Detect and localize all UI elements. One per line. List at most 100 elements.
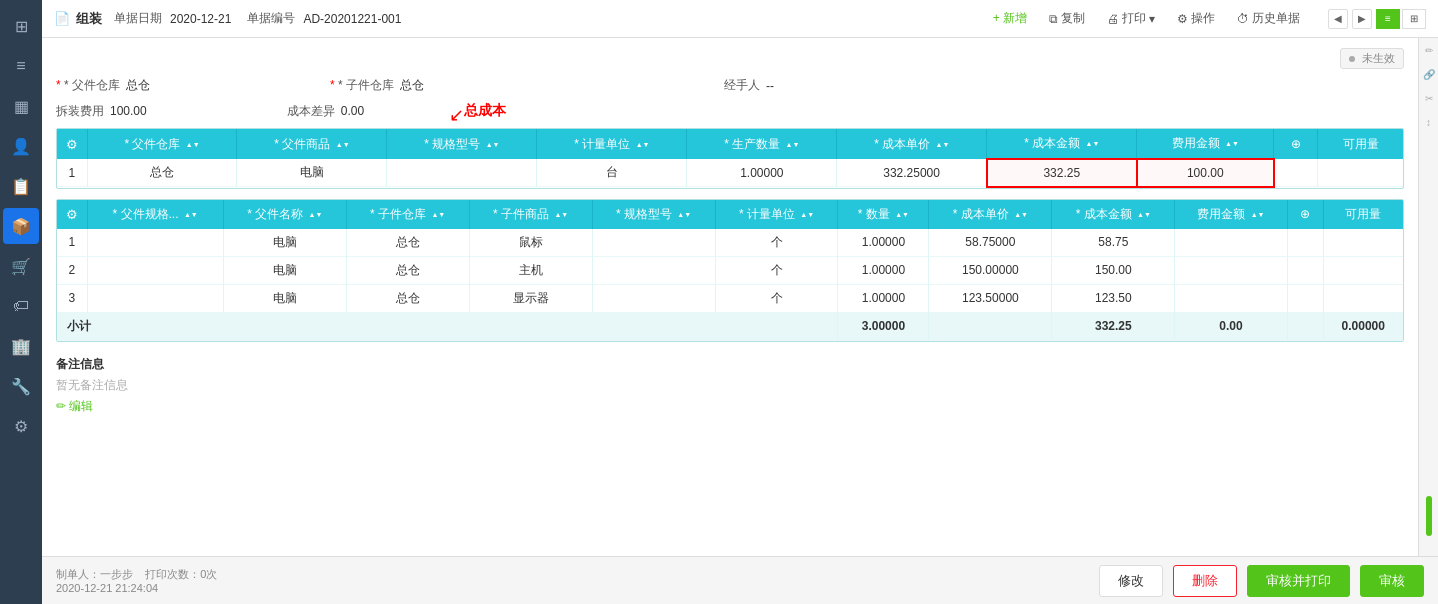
child-row-3-product[interactable]: 显示器	[469, 284, 592, 312]
right-panel-link-icon[interactable]: 🔗	[1421, 66, 1437, 82]
sort-fee-icon[interactable]: ▲▼	[1225, 140, 1239, 147]
child-row-3-parent-spec[interactable]	[87, 284, 223, 312]
child-row-3-add[interactable]	[1287, 284, 1323, 312]
parent-row-add[interactable]	[1274, 159, 1318, 187]
history-button[interactable]: ⏱ 历史单据	[1231, 8, 1306, 29]
child-row-1-cost-price[interactable]: 58.75000	[929, 229, 1052, 257]
parent-row-fee[interactable]: 100.00	[1137, 159, 1274, 187]
sidebar-icon-list[interactable]: ≡	[3, 48, 39, 84]
handler-value[interactable]: --	[766, 79, 774, 93]
sidebar-icon-tool[interactable]: 🔧	[3, 368, 39, 404]
child-row-2-product[interactable]: 主机	[469, 256, 592, 284]
prev-button[interactable]: ◀	[1328, 9, 1348, 29]
sort-qty-icon[interactable]: ▲▼	[786, 141, 800, 148]
child-row-3-qty[interactable]: 1.00000	[838, 284, 929, 312]
copy-icon: ⧉	[1049, 12, 1058, 26]
child-row-1-unit[interactable]: 个	[715, 229, 838, 257]
review-button[interactable]: 审核	[1360, 565, 1424, 597]
operation-button[interactable]: ⚙ 操作	[1171, 8, 1221, 29]
child-sort-unit-icon[interactable]: ▲▼	[800, 211, 814, 218]
parent-row-cost-amount[interactable]: 332.25	[987, 159, 1137, 187]
new-button[interactable]: + 新增	[987, 8, 1033, 29]
parent-row-cost-price[interactable]: 332.25000	[837, 159, 987, 187]
grid-view-button[interactable]: ⊞	[1402, 9, 1426, 29]
child-row-2-cost-price[interactable]: 150.00000	[929, 256, 1052, 284]
parent-row-unit[interactable]: 台	[537, 159, 687, 187]
parent-warehouse-value[interactable]: 总仓	[126, 77, 150, 94]
child-sort-qty-icon[interactable]: ▲▼	[895, 211, 909, 218]
right-panel-scissors-icon[interactable]: ✂	[1421, 90, 1437, 106]
parent-row-qty[interactable]: 1.00000	[687, 159, 837, 187]
sort-cost-price-icon[interactable]: ▲▼	[936, 141, 950, 148]
child-sort-spec-icon[interactable]: ▲▼	[677, 211, 691, 218]
parent-table-header-gear[interactable]: ⚙	[57, 129, 87, 159]
child-sort-fee-icon[interactable]: ▲▼	[1251, 211, 1265, 218]
child-row-1-spec[interactable]	[592, 229, 715, 257]
sidebar-icon-book[interactable]: 📋	[3, 168, 39, 204]
child-row-3-warehouse[interactable]: 总仓	[346, 284, 469, 312]
parent-row-spec[interactable]	[387, 159, 537, 187]
annotation-arrow: ↙	[449, 104, 464, 126]
child-row-2-fee[interactable]	[1175, 256, 1287, 284]
child-row-1-parent-spec[interactable]	[87, 229, 223, 257]
child-row-1-fee[interactable]	[1175, 229, 1287, 257]
parent-row-warehouse[interactable]: 总仓	[87, 159, 237, 187]
list-view-button[interactable]: ≡	[1376, 9, 1400, 29]
right-panel-edit-icon[interactable]: ✏	[1421, 42, 1437, 58]
child-row-3-fee[interactable]	[1175, 284, 1287, 312]
sidebar-icon-building[interactable]: 🏢	[3, 328, 39, 364]
parent-table-header-add[interactable]: ⊕	[1274, 129, 1318, 159]
sidebar-icon-home[interactable]: ⊞	[3, 8, 39, 44]
print-button[interactable]: 🖨 打印 ▾	[1101, 8, 1161, 29]
sidebar-icon-box[interactable]: 📦	[3, 208, 39, 244]
review-print-button[interactable]: 审核并打印	[1247, 565, 1350, 597]
sort-cost-amount-icon[interactable]: ▲▼	[1086, 140, 1100, 147]
child-row-1-warehouse[interactable]: 总仓	[346, 229, 469, 257]
sidebar-icon-chart[interactable]: ▦	[3, 88, 39, 124]
child-sort-cost-price-icon[interactable]: ▲▼	[1014, 211, 1028, 218]
child-row-1-add[interactable]	[1287, 229, 1323, 257]
child-row-3-unit[interactable]: 个	[715, 284, 838, 312]
child-sort-parent-spec-icon[interactable]: ▲▼	[184, 211, 198, 218]
parent-row-product[interactable]: 电脑	[237, 159, 387, 187]
edit-button[interactable]: 修改	[1099, 565, 1163, 597]
child-sort-product-icon[interactable]: ▲▼	[554, 211, 568, 218]
notes-edit-button[interactable]: ✏ 编辑	[56, 398, 1404, 415]
child-row-3-cost-price[interactable]: 123.50000	[929, 284, 1052, 312]
child-sort-warehouse-icon[interactable]: ▲▼	[431, 211, 445, 218]
sort-unit-icon[interactable]: ▲▼	[636, 141, 650, 148]
delete-button[interactable]: 删除	[1173, 565, 1237, 597]
child-row-2-unit[interactable]: 个	[715, 256, 838, 284]
child-row-1-qty[interactable]: 1.00000	[838, 229, 929, 257]
next-button[interactable]: ▶	[1352, 9, 1372, 29]
sidebar-icon-settings[interactable]: ⚙	[3, 408, 39, 444]
child-warehouse-value[interactable]: 总仓	[400, 77, 424, 94]
sort-spec-icon[interactable]: ▲▼	[486, 141, 500, 148]
child-sort-parent-name-icon[interactable]: ▲▼	[309, 211, 323, 218]
child-row-2-cost-amount[interactable]: 150.00	[1052, 256, 1175, 284]
child-row-1-product[interactable]: 鼠标	[469, 229, 592, 257]
child-row-2-parent-spec[interactable]	[87, 256, 223, 284]
assembly-cost-value[interactable]: 100.00	[110, 104, 147, 118]
child-row-3-parent-name[interactable]: 电脑	[223, 284, 346, 312]
sidebar-icon-user[interactable]: 👤	[3, 128, 39, 164]
child-row-1-cost-amount[interactable]: 58.75	[1052, 229, 1175, 257]
copy-button[interactable]: ⧉ 复制	[1043, 8, 1091, 29]
date-label: 单据日期 2020-12-21	[114, 10, 231, 27]
child-table-header-gear[interactable]: ⚙	[57, 200, 87, 229]
child-row-1-parent-name[interactable]: 电脑	[223, 229, 346, 257]
child-row-2-spec[interactable]	[592, 256, 715, 284]
child-table-header-add[interactable]: ⊕	[1287, 200, 1323, 229]
sidebar-icon-cart[interactable]: 🛒	[3, 248, 39, 284]
sort-product-icon[interactable]: ▲▼	[336, 141, 350, 148]
sort-warehouse-icon[interactable]: ▲▼	[186, 141, 200, 148]
sidebar-icon-tag[interactable]: 🏷	[3, 288, 39, 324]
child-row-3-spec[interactable]	[592, 284, 715, 312]
child-row-2-add[interactable]	[1287, 256, 1323, 284]
right-panel-arrow-icon[interactable]: ↕	[1421, 114, 1437, 130]
child-sort-cost-amount-icon[interactable]: ▲▼	[1137, 211, 1151, 218]
child-row-3-cost-amount[interactable]: 123.50	[1052, 284, 1175, 312]
child-row-2-parent-name[interactable]: 电脑	[223, 256, 346, 284]
child-row-2-qty[interactable]: 1.00000	[838, 256, 929, 284]
child-row-2-warehouse[interactable]: 总仓	[346, 256, 469, 284]
